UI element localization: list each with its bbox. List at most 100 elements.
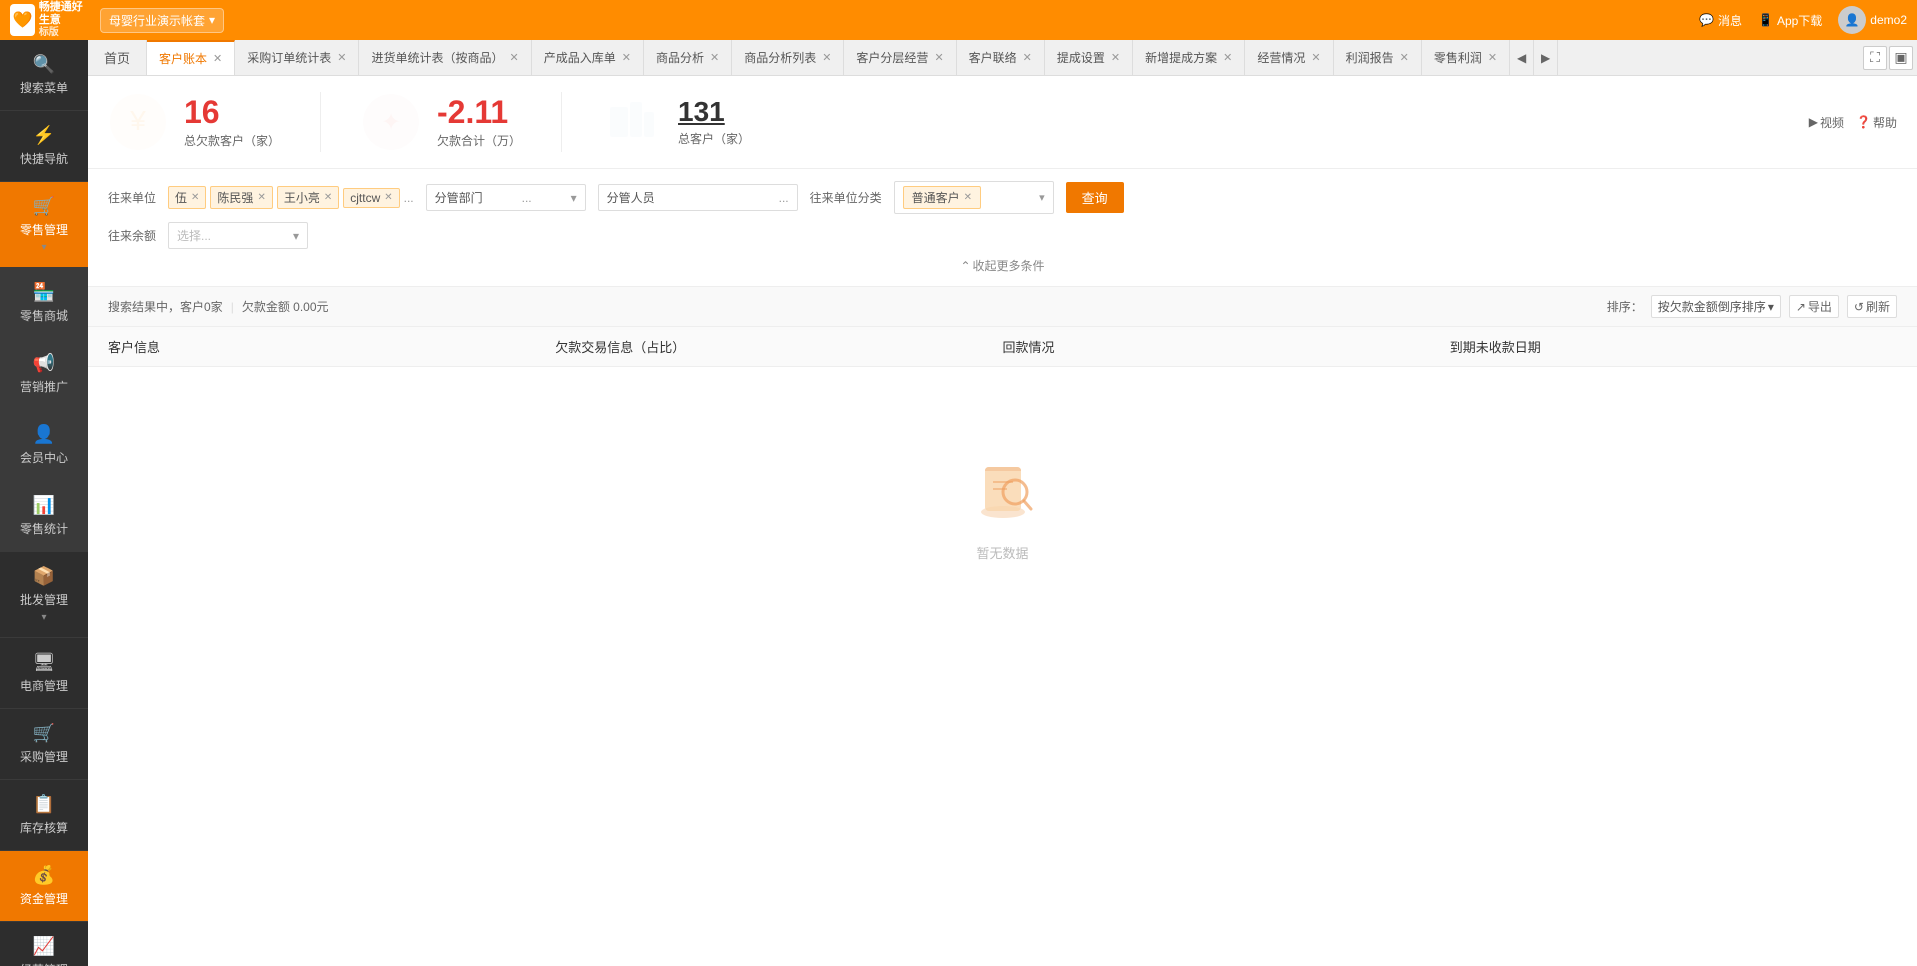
sidebar-item-label: 搜索菜单 — [20, 79, 68, 96]
dept-arrow: ▾ — [571, 191, 577, 205]
tab-commission-settings[interactable]: 提成设置 ✕ — [1045, 40, 1133, 76]
sidebar-item-retailstat[interactable]: 📊 零售统计 — [0, 481, 88, 552]
tag-close-icon[interactable]: ✕ — [324, 192, 332, 203]
data-table: 客户信息 欠款交易信息（占比） 回款情况 到期未收款日期 — [88, 327, 1917, 642]
tab-close-icon[interactable]: ✕ — [1311, 51, 1320, 64]
tab-label: 客户账本 — [159, 50, 207, 67]
sidebar-item-inventory[interactable]: 📋 库存核算 — [0, 780, 88, 851]
collapse-btn[interactable]: ⌃ 收起更多条件 — [960, 257, 1044, 274]
classify-tag-close[interactable]: ✕ — [964, 192, 972, 203]
sidebar-item-retailshop[interactable]: 🏪 零售商城 — [0, 268, 88, 339]
help-link[interactable]: ❓ 帮助 — [1856, 114, 1897, 131]
refresh-btn[interactable]: ↺ 刷新 — [1847, 295, 1897, 318]
app-download-label: App下载 — [1777, 12, 1822, 29]
tab-profit-report[interactable]: 利润报告 ✕ — [1334, 40, 1422, 76]
col-debt-info: 欠款交易信息（占比） — [555, 337, 1002, 356]
query-button[interactable]: 查询 — [1066, 182, 1124, 213]
tag-close-icon[interactable]: ✕ — [257, 192, 265, 203]
sidebar-item-ecommerce[interactable]: 🖥 电商管理 — [0, 638, 88, 709]
help-label: 帮助 — [1873, 114, 1897, 131]
tab-restore-btn[interactable]: ▣ — [1889, 46, 1913, 70]
filter-tag-wu[interactable]: 伍 ✕ — [168, 186, 206, 209]
tab-home[interactable]: 首页 — [88, 40, 147, 76]
tab-close-icon[interactable]: ✕ — [1111, 51, 1120, 64]
tab-close-icon[interactable]: ✕ — [1223, 51, 1232, 64]
video-link[interactable]: ▶ 视频 — [1809, 114, 1844, 131]
sidebar-item-finance[interactable]: 💰 资金管理 — [0, 851, 88, 922]
person-filter[interactable]: 分管人员 ... — [598, 184, 798, 211]
tag-close-icon[interactable]: ✕ — [191, 192, 199, 203]
tab-product-analysis[interactable]: 商品分析 ✕ — [644, 40, 732, 76]
tab-product-in[interactable]: 产成品入库单 ✕ — [532, 40, 644, 76]
stat-icon-3 — [602, 92, 662, 152]
sidebar-item-purchase[interactable]: 🛒 采购管理 — [0, 709, 88, 780]
tab-business-status[interactable]: 经营情况 ✕ — [1245, 40, 1333, 76]
tag-label: 陈民强 — [217, 189, 253, 206]
tab-customer-contact[interactable]: 客户联络 ✕ — [957, 40, 1045, 76]
col-overdue-date: 到期未收款日期 — [1450, 337, 1897, 356]
tab-customer-ledger[interactable]: 客户账本 ✕ — [147, 40, 235, 76]
tab-next-btn[interactable]: ▶ — [1534, 40, 1558, 76]
user-menu[interactable]: 👤 demo2 — [1838, 6, 1907, 34]
tab-customer-tier[interactable]: 客户分层经营 ✕ — [844, 40, 956, 76]
filter-area: 往来单位 伍 ✕ 陈民强 ✕ 王小亮 ✕ — [88, 169, 1917, 287]
tab-close-icon[interactable]: ✕ — [337, 51, 346, 64]
classify-label: 往来单位分类 — [810, 189, 882, 206]
filter-tag-chen[interactable]: 陈民强 ✕ — [210, 186, 272, 209]
tab-close-icon[interactable]: ✕ — [934, 51, 943, 64]
tab-close-icon[interactable]: ✕ — [822, 51, 831, 64]
avatar: 👤 — [1838, 6, 1866, 34]
tab-purchase-order-stat[interactable]: 采购订单统计表 ✕ — [235, 40, 359, 76]
tab-maximize-btn[interactable]: ⛶ — [1863, 46, 1887, 70]
filter-more-btn[interactable]: ... — [404, 191, 414, 205]
stat-value-2: -2.11 — [437, 96, 521, 128]
export-btn[interactable]: ↗ 导出 — [1789, 295, 1839, 318]
header-right: 💬 消息 📱 App下载 👤 demo2 — [1699, 6, 1907, 34]
stat-icon-2: ✦ — [361, 92, 421, 152]
tab-close-icon[interactable]: ✕ — [1400, 51, 1409, 64]
sidebar-item-retail[interactable]: 🛒 零售管理 ▾ — [0, 182, 88, 268]
app-download-btn[interactable]: 📱 App下载 — [1758, 12, 1822, 29]
tab-goods-stat[interactable]: 进货单统计表（按商品） ✕ — [359, 40, 531, 76]
stat-label-1: 总欠款客户（家） — [184, 132, 280, 149]
workspace-selector[interactable]: 母婴行业演示帐套 ▾ — [100, 8, 224, 33]
chevron-icon2: ▾ — [41, 612, 46, 623]
tab-close-icon[interactable]: ✕ — [1488, 51, 1497, 64]
dept-dots: ... — [522, 191, 532, 205]
person-dots: ... — [779, 191, 789, 205]
tab-label: 经营情况 — [1257, 49, 1305, 66]
tab-close-icon[interactable]: ✕ — [510, 51, 519, 64]
tab-product-analysis-list[interactable]: 商品分析列表 ✕ — [732, 40, 844, 76]
tab-close-icon[interactable]: ✕ — [622, 51, 631, 64]
page-content: ¥ 16 总欠款客户（家） ✦ — [88, 76, 1917, 966]
tag-label: cjttcw — [350, 191, 380, 205]
filter-tag-wang[interactable]: 王小亮 ✕ — [277, 186, 339, 209]
tab-close-icon[interactable]: ✕ — [710, 51, 719, 64]
sort-selector[interactable]: 按欠款金额倒序排序 ▾ — [1651, 295, 1781, 318]
tab-add-commission[interactable]: 新增提成方案 ✕ — [1133, 40, 1245, 76]
sidebar-item-search[interactable]: 🔍 搜索菜单 — [0, 40, 88, 111]
classify-filter[interactable]: 普通客户 ✕ ▾ — [894, 181, 1054, 214]
sidebar-item-wholesale[interactable]: 📦 批发管理 ▾ — [0, 552, 88, 638]
sidebar-item-member[interactable]: 👤 会员中心 — [0, 410, 88, 481]
balance-filter[interactable]: 选择... ▾ — [168, 222, 308, 249]
classify-arrow: ▾ — [1039, 191, 1045, 204]
tag-close-icon[interactable]: ✕ — [384, 192, 392, 203]
chart-icon: 📊 — [33, 495, 55, 516]
dept-filter[interactable]: 分管部门 ... ▾ — [426, 184, 586, 211]
empty-state: 暂无数据 — [88, 367, 1917, 642]
filter-tag-cjttcw[interactable]: cjttcw ✕ — [343, 188, 399, 208]
tab-retail-profit[interactable]: 零售利润 ✕ — [1422, 40, 1510, 76]
stat-numbers-3: 131 总客户（家） — [678, 98, 750, 147]
tab-close-icon[interactable]: ✕ — [213, 52, 222, 65]
tab-label: 新增提成方案 — [1145, 49, 1217, 66]
sidebar-item-operations[interactable]: 📈 经营管理 — [0, 922, 88, 966]
tab-close-icon[interactable]: ✕ — [1023, 51, 1032, 64]
sidebar-item-quicknav[interactable]: ⚡ 快捷导航 — [0, 111, 88, 182]
message-btn[interactable]: 💬 消息 — [1699, 12, 1742, 29]
classify-tag[interactable]: 普通客户 ✕ — [903, 186, 981, 209]
stat-icon-1: ¥ — [108, 92, 168, 152]
sidebar-item-marketing[interactable]: 📢 营销推广 — [0, 339, 88, 410]
tab-prev-btn[interactable]: ◀ — [1510, 40, 1534, 76]
tab-label: 商品分析 — [656, 49, 704, 66]
